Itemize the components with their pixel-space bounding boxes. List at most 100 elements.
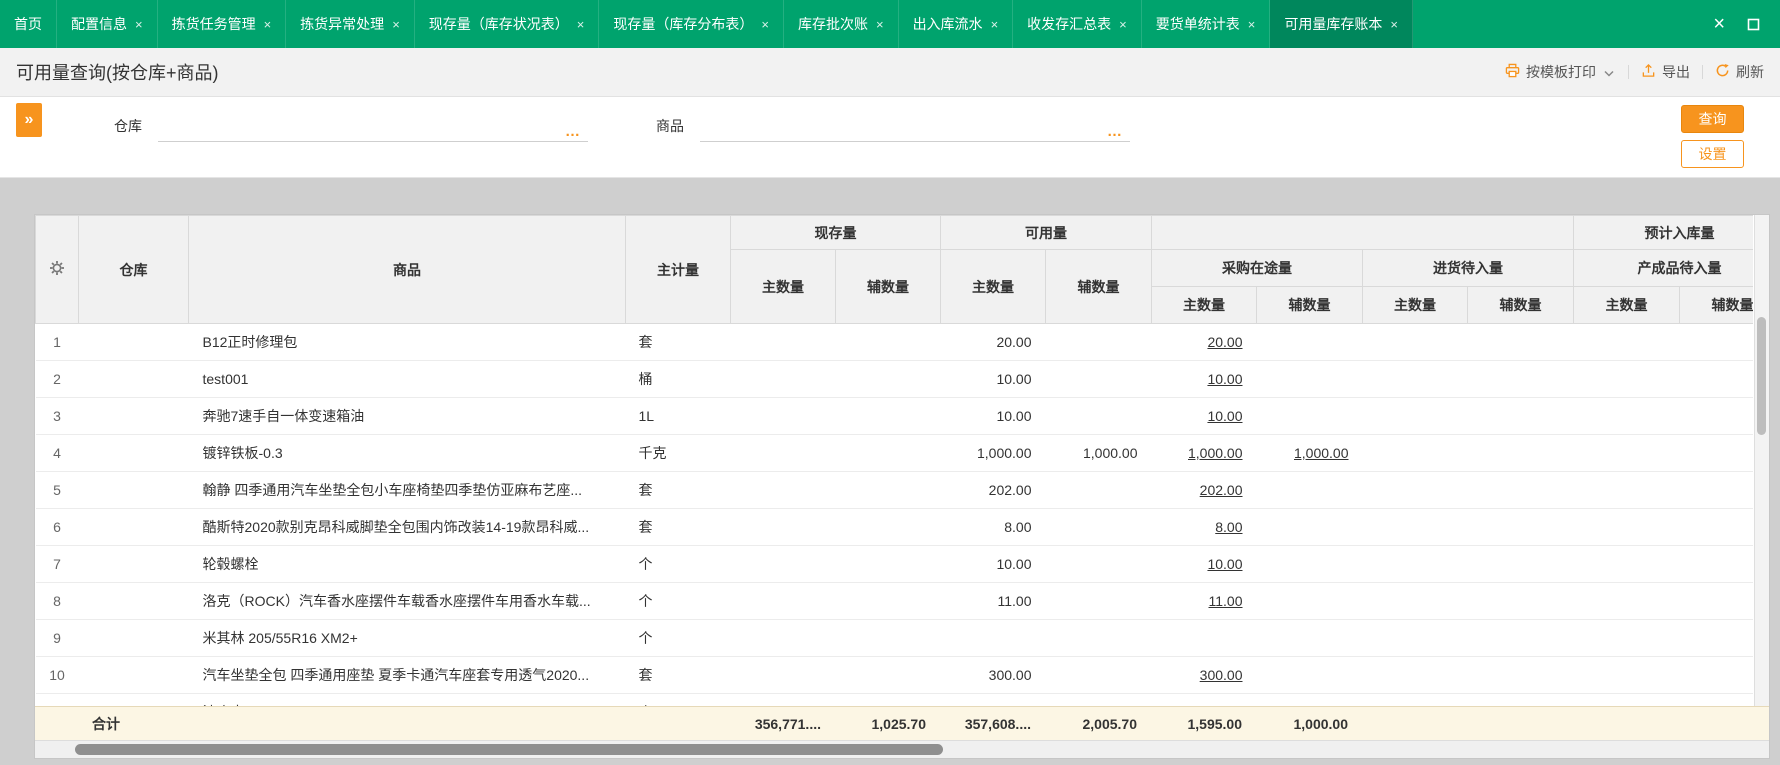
cell-unit: 套 <box>625 471 731 509</box>
quantity-drilldown-link[interactable]: 10.00 <box>1207 371 1242 387</box>
expand-filter-button[interactable]: » <box>16 103 42 137</box>
table-row[interactable]: 3 奔驰7速手自一体变速箱油 1L 10.00 10.00 <box>35 397 1753 435</box>
table-row[interactable]: 11 油底壳个 -10.00 <box>35 693 1753 706</box>
tab-2[interactable]: 拣货任务管理 × <box>158 0 287 48</box>
table-row[interactable]: 8 洛克（ROCK）汽车香水座摆件车载香水座摆件车用香水车载... 个 11.00 11… <box>35 582 1753 620</box>
total-available-main: 357,608.... <box>964 715 1031 732</box>
tab-close-icon[interactable]: × <box>1248 17 1256 32</box>
product-picker-icon[interactable]: … <box>1107 123 1124 140</box>
cell-onhand_aux <box>835 471 941 509</box>
cell-warehouse <box>78 656 189 694</box>
cell-purch_aux <box>1256 619 1363 657</box>
quantity-drilldown-link[interactable]: 11.00 <box>1209 593 1243 609</box>
cell-in_aux <box>1467 360 1574 398</box>
vertical-scrollbar[interactable] <box>1754 215 1769 706</box>
quantity-drilldown-link[interactable]: 300.00 <box>1200 667 1243 683</box>
tab-close-icon[interactable]: × <box>577 17 585 32</box>
table-row[interactable]: 2 test001 桶 10.00 10.00 <box>35 360 1753 398</box>
quantity-drilldown-link[interactable]: 1,000.00 <box>1294 445 1349 461</box>
tab-1[interactable]: 配置信息 × <box>57 0 158 48</box>
cell-unit: 个 <box>625 619 731 657</box>
table-row[interactable]: 1 B12正时修理包套 20.00 20.00 <box>35 323 1753 361</box>
cell-onhand_main <box>730 693 836 706</box>
cell-no: 3 <box>35 397 79 435</box>
quantity-drilldown-link[interactable]: 10.00 <box>1207 408 1242 424</box>
cell-avail_main: 10.00 <box>940 360 1046 398</box>
close-icon[interactable]: × <box>1713 14 1725 34</box>
vertical-scrollbar-thumb[interactable] <box>1757 317 1766 435</box>
cell-avail_aux <box>1045 360 1152 398</box>
tab-10[interactable]: 可用量库存账本 × <box>1270 0 1413 48</box>
header-available-aux: 辅数量 <box>1045 249 1152 324</box>
cell-avail_aux <box>1045 508 1152 546</box>
table-row[interactable]: 7 轮毂螺栓个 10.00 10.00 <box>35 545 1753 583</box>
cell-purch_main: 202.00 <box>1151 471 1257 509</box>
refresh-button[interactable]: 刷新 <box>1715 62 1764 82</box>
tab-6[interactable]: 库存批次账 × <box>784 0 899 48</box>
tab-label: 出入库流水 <box>912 16 983 32</box>
cell-fin_aux <box>1679 619 1753 657</box>
header-group-on-hand: 现存量 <box>730 215 941 250</box>
quantity-drilldown-link[interactable]: 1,000.00 <box>1188 445 1243 461</box>
maximize-icon[interactable] <box>1747 18 1760 31</box>
table-row[interactable]: 5 翰静 四季通用汽车坐垫全包小车座椅垫四季垫仿亚麻布艺座... 套 202.00 20… <box>35 471 1753 509</box>
tab-5[interactable]: 现存量（库存分布表） × <box>599 0 784 48</box>
tab-label: 收发存汇总表 <box>1027 16 1112 32</box>
table-row[interactable]: 4 镀锌铁板-0.3 千克 1,000.00 1,000.00 1,000.00 1,000… <box>35 434 1753 472</box>
tab-close-icon[interactable]: × <box>1390 17 1398 32</box>
page-title: 可用量查询(按仓库+商品) <box>16 63 219 83</box>
horizontal-scrollbar-thumb[interactable] <box>75 744 943 755</box>
column-settings-header[interactable] <box>35 215 79 324</box>
quantity-drilldown-link[interactable]: 10.00 <box>1207 556 1242 572</box>
cell-in_main <box>1362 323 1468 361</box>
query-button[interactable]: 查询 <box>1681 105 1744 133</box>
tab-4[interactable]: 现存量（库存状况表） × <box>415 0 600 48</box>
tab-label: 拣货异常处理 <box>300 16 385 32</box>
cell-in_aux <box>1467 434 1574 472</box>
tab-close-icon[interactable]: × <box>876 17 884 32</box>
cell-avail_main: -10.00 <box>940 693 1046 706</box>
total-row: 合计 356,771.... 1,025.70 357,608.... 2,00… <box>35 706 1769 740</box>
tab-9[interactable]: 要货单统计表 × <box>1142 0 1271 48</box>
cell-onhand_aux <box>835 582 941 620</box>
tab-label: 要货单统计表 <box>1155 16 1240 32</box>
tab-close-icon[interactable]: × <box>761 17 769 32</box>
warehouse-picker-icon[interactable]: … <box>565 123 582 140</box>
quantity-drilldown-link[interactable]: 20.00 <box>1207 334 1242 350</box>
tab-close-icon[interactable]: × <box>135 17 143 32</box>
tab-close-icon[interactable]: × <box>991 17 999 32</box>
tab-close-icon[interactable]: × <box>264 17 272 32</box>
tab-close-icon[interactable]: × <box>1119 17 1127 32</box>
cell-avail_aux <box>1045 323 1152 361</box>
tab-3[interactable]: 拣货异常处理 × <box>286 0 415 48</box>
cell-in_aux <box>1467 545 1574 583</box>
cell-onhand_main <box>730 508 836 546</box>
tab-7[interactable]: 出入库流水 × <box>899 0 1014 48</box>
grid-body: 1 B12正时修理包套 20.00 20.00 2 test001 桶 10.00 10.00 3… <box>35 323 1753 706</box>
tab-close-icon[interactable]: × <box>392 17 400 32</box>
cell-product: 米其林 205/55R16 XM2+ <box>188 619 626 657</box>
chevron-down-icon[interactable] <box>1604 70 1614 77</box>
settings-button[interactable]: 设置 <box>1681 140 1744 168</box>
export-button[interactable]: 导出 <box>1641 62 1690 82</box>
tab-8[interactable]: 收发存汇总表 × <box>1013 0 1142 48</box>
quantity-drilldown-link[interactable]: 8.00 <box>1215 519 1242 535</box>
warehouse-input[interactable]: … <box>158 113 588 142</box>
cell-purch_main: 11.00 <box>1151 582 1257 620</box>
toolbar-divider <box>1628 65 1629 79</box>
header-group-spacer <box>1151 215 1574 250</box>
tab-0[interactable]: 首页 <box>0 0 57 48</box>
table-row[interactable]: 6 酷斯特2020款别克昂科威脚垫全包围内饰改装14-19款昂科威... 套 8.00… <box>35 508 1753 546</box>
tab-label: 拣货任务管理 <box>171 16 256 32</box>
cell-unit: 个 <box>625 582 731 620</box>
print-by-template-button[interactable]: 按模板打印 <box>1505 62 1596 82</box>
table-row[interactable]: 10 汽车坐垫全包 四季通用座垫 夏季卡通汽车座套专用透气2020... 套 300.… <box>35 656 1753 694</box>
horizontal-scrollbar[interactable] <box>35 740 1769 758</box>
quantity-drilldown-link[interactable]: 202.00 <box>1200 482 1243 498</box>
cell-no: 4 <box>35 434 79 472</box>
table-row[interactable]: 9 米其林 205/55R16 XM2+ 个 <box>35 619 1753 657</box>
cell-purch_aux <box>1256 360 1363 398</box>
cell-fin_main <box>1573 508 1680 546</box>
product-input[interactable]: … <box>700 113 1130 142</box>
export-icon <box>1641 63 1656 81</box>
